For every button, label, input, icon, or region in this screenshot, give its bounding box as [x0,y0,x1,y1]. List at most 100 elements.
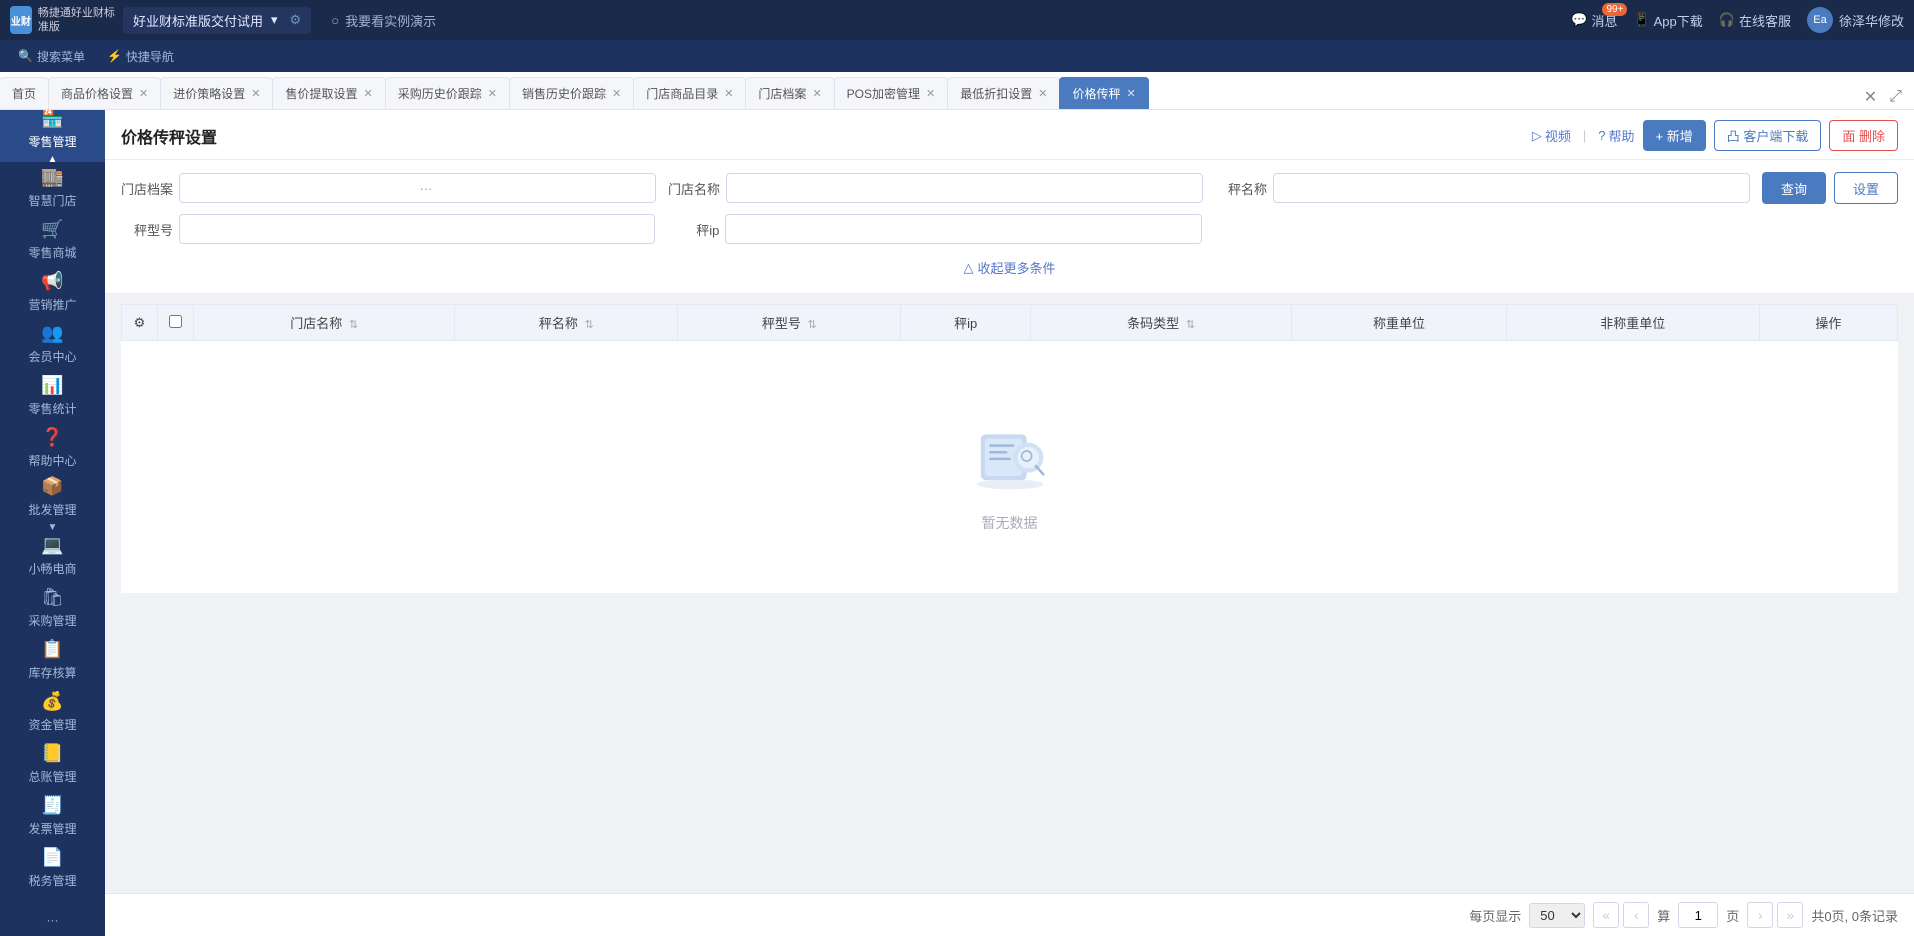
tab-store-file-close[interactable]: ✕ [812,87,821,100]
col-checkbox[interactable] [158,305,194,341]
store-file-dots[interactable]: ··· [420,181,647,196]
tab-purchase-history[interactable]: 采购历史价跟踪 ✕ [385,77,510,109]
add-button[interactable]: + 新增 [1643,120,1706,151]
tab-commodity-price[interactable]: 商品价格设置 ✕ [48,77,161,109]
sidebar-item-purchase[interactable]: 🛍 采购管理 [0,582,105,634]
tab-purchase-history-close[interactable]: ✕ [488,87,497,100]
sidebar-item-retail-mgmt[interactable]: 🏪 零售管理 ▲ [0,110,105,162]
scale-model-sort-icon[interactable]: ⇅ [807,319,816,331]
collapse-button[interactable]: △ 收起更多条件 [121,254,1898,281]
sidebar-item-smart-store[interactable]: 🏬 智慧门店 [0,162,105,214]
col-settings[interactable]: ⚙ [122,305,158,341]
query-button[interactable]: 查询 [1762,172,1826,204]
select-all-checkbox[interactable] [169,315,182,328]
sidebar-item-retail-stats[interactable]: 📊 零售统计 [0,370,105,422]
sidebar-item-wholesale[interactable]: 📦 批发管理 ▼ [0,478,105,530]
sidebar: 🏪 零售管理 ▲ 🏬 智慧门店 🛒 零售商城 📢 营销推广 👥 会员中心 📊 零… [0,110,105,936]
table-head: ⚙ 门店名称 ⇅ 秤名称 ⇅ [122,305,1898,341]
last-page-btn[interactable]: » [1777,902,1803,928]
app-logo: 业财 畅捷通好业财标准版 [10,6,115,35]
avatar-text: Ea [1813,14,1826,26]
finance-icon: 💰 [41,691,63,712]
tab-pos-encrypt-label: POS加密管理 [847,85,920,102]
sidebar-item-ledger[interactable]: 📒 总账管理 [0,738,105,790]
message-action[interactable]: 💬 消息 99+ [1571,11,1617,30]
per-page-label: 每页显示 [1469,906,1521,925]
sidebar-item-inventory-label: 库存核算 [28,664,76,681]
video-link[interactable]: ▷ 视频 [1532,126,1571,145]
tab-sale-price[interactable]: 售价提取设置 ✕ [272,77,385,109]
first-page-btn[interactable]: « [1593,902,1619,928]
app-download-action[interactable]: 📱 App下载 [1633,11,1702,30]
search-menu-btn[interactable]: 🔍 搜索菜单 [10,46,93,67]
version-selector[interactable]: 好业财标准版交付试用 ▾ ⚙ [123,7,311,34]
scale-model-input[interactable] [179,214,655,244]
tab-sales-history-close[interactable]: ✕ [612,87,621,100]
page-number-input[interactable] [1678,902,1718,928]
tab-commodity-price-close[interactable]: ✕ [139,87,148,100]
filter-row-1: 门店档案 ··· 门店名称 秤名称 查询 设置 [121,172,1898,204]
logo-text-block: 畅捷通好业财标准版 [38,6,115,35]
demo-icon: ○ [331,13,339,28]
tab-close-all-btn[interactable]: ✕ [1860,85,1881,109]
tab-price-scale-close[interactable]: ✕ [1126,87,1135,100]
tab-purchase-strategy-close[interactable]: ✕ [251,87,260,100]
sidebar-item-help[interactable]: ❓ 帮助中心 [0,422,105,474]
avatar: Ea [1807,7,1833,33]
settings-icon[interactable]: ⚙ [290,12,302,28]
username: 徐泽华修改 [1839,11,1904,30]
sidebar-item-more[interactable]: ··· [0,894,105,936]
barcode-type-sort-icon[interactable]: ⇅ [1186,319,1195,331]
tab-pos-encrypt-close[interactable]: ✕ [926,87,935,100]
phone-icon: 📱 [1633,12,1649,28]
sidebar-item-member[interactable]: 👥 会员中心 [0,318,105,370]
tab-purchase-history-label: 采购历史价跟踪 [398,85,482,102]
tab-pos-encrypt[interactable]: POS加密管理 ✕ [834,77,949,109]
quick-nav-btn[interactable]: ⚡ 快捷导航 [99,46,182,67]
online-service-action[interactable]: 🎧 在线客服 [1719,11,1791,30]
sidebar-item-purchase-label: 采购管理 [28,612,76,629]
tab-min-discount-close[interactable]: ✕ [1038,87,1047,100]
sidebar-item-tax[interactable]: 📄 税务管理 [0,842,105,894]
tab-store-catalog-close[interactable]: ✕ [724,87,733,100]
prev-page-btn[interactable]: ‹ [1623,902,1649,928]
per-page-select[interactable]: 10 20 50 100 [1529,903,1585,928]
sidebar-item-inventory[interactable]: 📋 库存核算 [0,634,105,686]
download-button[interactable]: 凸 客户端下载 [1714,120,1822,151]
col-non-weight-unit-label: 非称重单位 [1600,316,1665,331]
tab-price-scale[interactable]: 价格传秤 ✕ [1059,77,1148,109]
scale-name-sort-icon[interactable]: ⇅ [584,319,593,331]
tab-min-discount[interactable]: 最低折扣设置 ✕ [947,77,1060,109]
tab-purchase-strategy[interactable]: 进价策略设置 ✕ [160,77,273,109]
help-link[interactable]: ? 帮助 [1598,126,1634,145]
tab-store-file[interactable]: 门店档案 ✕ [745,77,834,109]
scale-ip-input[interactable] [725,214,1201,244]
settings-button[interactable]: 设置 [1834,172,1898,204]
search-menu-label: 搜索菜单 [37,48,85,65]
filter-scale-name: 秤名称 [1215,173,1750,203]
sidebar-item-ecommerce[interactable]: 💻 小畅电商 [0,530,105,582]
tab-sales-history[interactable]: 销售历史价跟踪 ✕ [509,77,634,109]
sidebar-item-marketing[interactable]: 📢 营销推广 [0,266,105,318]
store-name-sort-icon[interactable]: ⇅ [349,319,358,331]
tab-maximize-btn[interactable]: ⤢ [1885,86,1906,108]
user-menu[interactable]: Ea 徐泽华修改 [1807,7,1904,33]
tab-purchase-strategy-label: 进价策略设置 [173,85,245,102]
store-file-input[interactable]: ··· [179,173,656,203]
page-nav: « ‹ 算 页 › » [1593,902,1803,928]
next-page-btn[interactable]: › [1747,902,1773,928]
demo-link[interactable]: ○ 我要看实例演示 [331,11,436,30]
sidebar-item-finance[interactable]: 💰 资金管理 [0,686,105,738]
sidebar-item-invoice[interactable]: 🧾 发票管理 [0,790,105,842]
wholesale-icon: 📦 [41,476,63,497]
store-name-input[interactable] [726,173,1203,203]
sidebar-item-retail-mall[interactable]: 🛒 零售商城 [0,214,105,266]
tab-store-catalog[interactable]: 门店商品目录 ✕ [633,77,746,109]
table-settings-icon[interactable]: ⚙ [134,315,146,330]
tab-sale-price-close[interactable]: ✕ [364,87,373,100]
store-name-label: 门店名称 [668,179,720,198]
delete-button[interactable]: 面 删除 [1829,120,1898,151]
tab-home[interactable]: 首页 [0,77,49,109]
col-scale-model: 秤型号 ⇅ [678,305,901,341]
scale-name-input[interactable] [1273,173,1750,203]
